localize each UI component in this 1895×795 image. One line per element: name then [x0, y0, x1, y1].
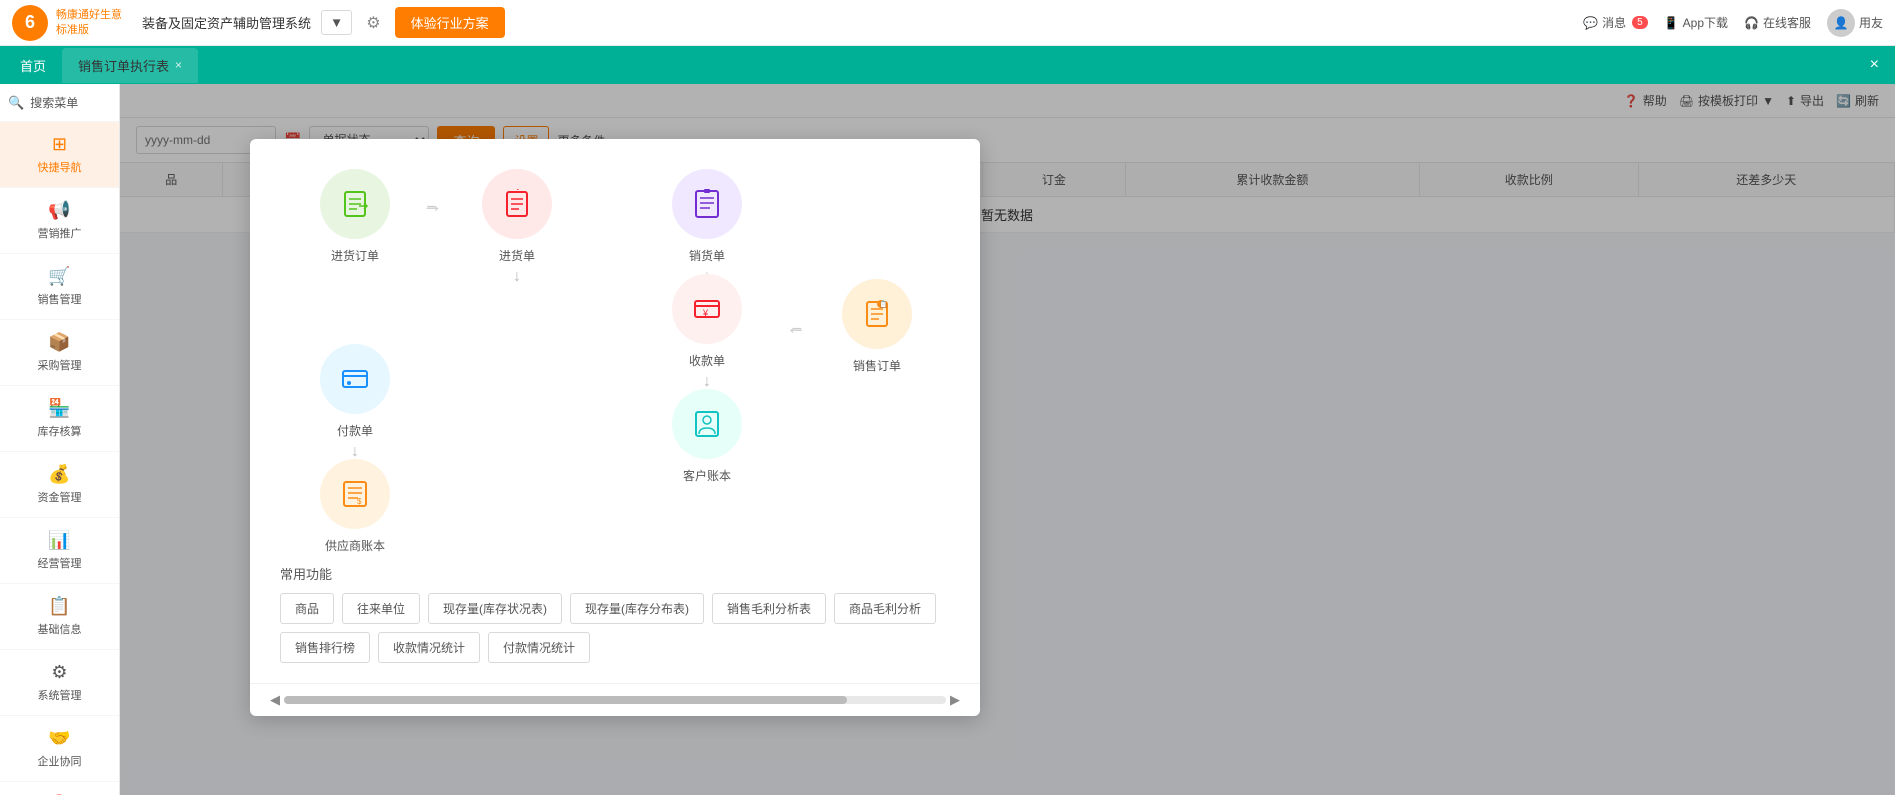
tab-sales-order[interactable]: 销售订单执行表 ×: [62, 48, 198, 83]
sidebar: 🔍 搜索菜单 ⊞ 快捷导航 📢 营销推广 🛒 销售管理 📦 采购管理 🏪 库存核…: [0, 84, 120, 795]
payment-icon: [320, 344, 390, 414]
scroll-right-arrow[interactable]: ▶: [946, 692, 964, 708]
common-section: 常用功能 商品 往来单位 现存量(库存状况表): [280, 564, 950, 663]
sidebar-item-marketing[interactable]: 📢 营销推广: [0, 188, 119, 254]
sidebar-item-finance[interactable]: 💰 资金管理: [0, 452, 119, 518]
flow-item-supplier-account[interactable]: $ 供应商账本: [280, 459, 430, 554]
content-area: ❓ 帮助 🖨 按模板打印 ▼ ⬆ 导出 🔄 刷新 📅 单据状态: [120, 84, 1895, 795]
flow-item-customer-account[interactable]: 客户账本: [632, 389, 782, 484]
marketing-icon: 📢: [48, 200, 70, 221]
svg-text:📋: 📋: [879, 300, 888, 309]
search-icon: 🔍: [8, 95, 24, 111]
popup-scroll: ◀ ▶: [250, 683, 980, 716]
headset-icon: 🎧: [1744, 16, 1759, 30]
sidebar-item-cooperation[interactable]: 🤝 企业协同: [0, 716, 119, 782]
common-buttons-row2: 销售排行榜 收款情况统计 付款情况统计: [280, 632, 950, 663]
tab-close-icon[interactable]: ×: [175, 58, 182, 72]
scroll-track[interactable]: [284, 696, 946, 704]
gear-button[interactable]: ⚙: [362, 9, 384, 37]
arrow-down-2: ↓: [513, 268, 521, 286]
flow-item-sales-bill[interactable]: 销货单: [632, 169, 782, 264]
tab-bar-close-icon[interactable]: ×: [1858, 56, 1891, 74]
sidebar-item-operations[interactable]: 📊 经营管理: [0, 518, 119, 584]
supplier-account-icon: $: [320, 459, 390, 529]
flow-item-purchase-bill[interactable]: 进货单: [442, 169, 592, 264]
top-bar: 6 畅康通好生意 标准版 装备及固定资产辅助管理系统 ▼ ⚙ 体验行业方案 💬 …: [0, 0, 1895, 46]
btn-receipt-stats[interactable]: 收款情况统计: [378, 632, 480, 663]
logo-area: 6 畅康通好生意 标准版: [12, 5, 132, 41]
svg-text:$: $: [357, 497, 362, 506]
popup-content: 进货订单: [250, 139, 980, 683]
inventory-icon: 🏪: [48, 398, 70, 419]
system-icon: ⚙: [51, 662, 67, 683]
flow-col-sales: 销货单 ↓: [632, 169, 952, 484]
operations-icon: 📊: [48, 530, 70, 551]
sidebar-item-basic-info[interactable]: 📋 基础信息: [0, 584, 119, 650]
flow-col-sales-bill: 销货单 ↓: [632, 169, 782, 484]
svg-text:¥: ¥: [702, 308, 709, 318]
popup: 进货订单: [250, 139, 980, 716]
phone-icon: 📱: [1664, 16, 1679, 30]
sales-bill-icon: [672, 169, 742, 239]
btn-sales-rank[interactable]: 销售排行榜: [280, 632, 370, 663]
app-download-item[interactable]: 📱 App下载: [1664, 14, 1728, 31]
cooperation-icon: 🤝: [48, 728, 70, 749]
purchase-order-icon: [320, 169, 390, 239]
top-right: 💬 消息 5 📱 App下载 🎧 在线客服 👤 用友: [1583, 9, 1883, 37]
system-name: 装备及固定资产辅助管理系统: [142, 13, 311, 32]
btn-stock-status[interactable]: 现存量(库存状况表): [428, 593, 562, 624]
flow-item-purchase-order[interactable]: 进货订单: [280, 169, 430, 264]
sidebar-item-inventory[interactable]: 🏪 库存核算: [0, 386, 119, 452]
flow-diagram: 进货订单: [280, 169, 950, 554]
sidebar-item-sales[interactable]: 🛒 销售管理: [0, 254, 119, 320]
sales-icon: 🛒: [48, 266, 70, 287]
message-badge: 5: [1632, 16, 1648, 29]
flow-item-sales-order[interactable]: 📋 销售订单: [802, 279, 952, 374]
scroll-left-arrow[interactable]: ◀: [266, 692, 284, 708]
flow-col-sales-order: 📋 销售订单: [802, 279, 952, 374]
tab-bar: 首页 销售订单执行表 × ×: [0, 46, 1895, 84]
btn-stock-dist[interactable]: 现存量(库存分布表): [570, 593, 704, 624]
quick-nav-icon: ⊞: [52, 134, 67, 155]
finance-icon: 💰: [48, 464, 70, 485]
common-title: 常用功能: [280, 564, 950, 583]
popup-overlay: 进货订单: [120, 84, 1895, 795]
user-item[interactable]: 👤 用友: [1827, 9, 1883, 37]
basic-info-icon: 📋: [48, 596, 70, 617]
btn-contacts[interactable]: 往来单位: [342, 593, 420, 624]
receipt-icon: ¥: [672, 274, 742, 344]
common-buttons: 商品 往来单位 现存量(库存状况表) 现存量(库存分布表): [280, 593, 950, 624]
flow-item-receipt[interactable]: ¥ 收款单: [632, 274, 782, 369]
customer-account-icon: [672, 389, 742, 459]
arrow-col-1: - - →: [430, 169, 442, 218]
online-service-item[interactable]: 🎧 在线客服: [1744, 14, 1811, 31]
message-item[interactable]: 💬 消息 5: [1583, 14, 1648, 31]
system-dropdown[interactable]: ▼: [321, 10, 352, 35]
scroll-thumb: [284, 696, 847, 704]
sidebar-search[interactable]: 🔍 搜索菜单: [0, 84, 119, 122]
avatar: 👤: [1827, 9, 1855, 37]
main-area: 🔍 搜索菜单 ⊞ 快捷导航 📢 营销推广 🛒 销售管理 📦 采购管理 🏪 库存核…: [0, 84, 1895, 795]
logo-icon: 6: [12, 5, 48, 41]
flow-col-1: 进货订单: [280, 169, 430, 554]
purchase-bill-icon: [482, 169, 552, 239]
purchase-icon: 📦: [48, 332, 70, 353]
btn-sales-margin[interactable]: 销售毛利分析表: [712, 593, 826, 624]
sales-order-icon: 📋: [842, 279, 912, 349]
sidebar-item-quick-nav[interactable]: ⊞ 快捷导航: [0, 122, 119, 188]
sidebar-item-newbie[interactable]: 🎯 新手引导: [0, 782, 119, 795]
tab-home[interactable]: 首页: [4, 48, 62, 83]
btn-payment-stats[interactable]: 付款情况统计: [488, 632, 590, 663]
sidebar-item-purchase[interactable]: 📦 采购管理: [0, 320, 119, 386]
message-icon: 💬: [1583, 16, 1598, 30]
sidebar-item-system[interactable]: ⚙ 系统管理: [0, 650, 119, 716]
logo-text: 畅康通好生意 标准版: [56, 8, 122, 37]
flow-item-payment[interactable]: 付款单: [280, 344, 430, 439]
trial-button[interactable]: 体验行业方案: [395, 7, 505, 38]
flow-col-2: 进货单 ↓: [442, 169, 592, 279]
btn-product[interactable]: 商品: [280, 593, 334, 624]
btn-product-margin[interactable]: 商品毛利分析: [834, 593, 936, 624]
